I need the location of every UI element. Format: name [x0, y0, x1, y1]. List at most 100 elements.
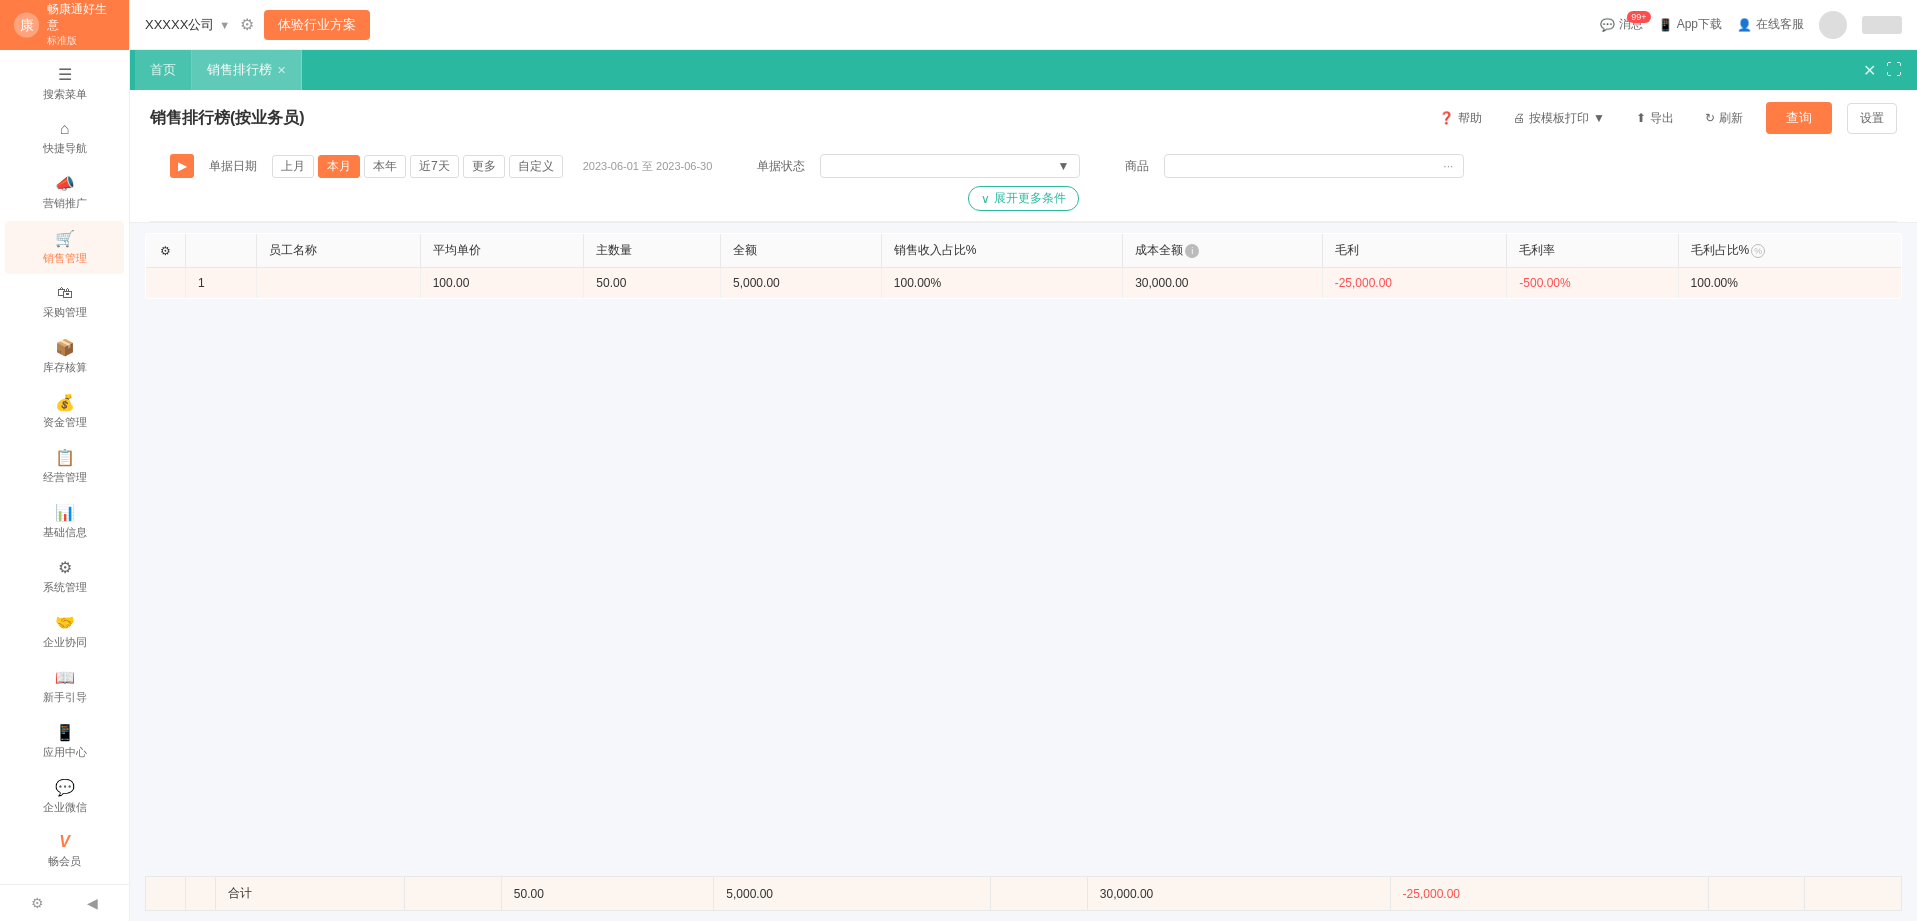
- goods-input[interactable]: ···: [1164, 154, 1464, 178]
- sidebar-item-system-mgmt[interactable]: ⚙ 系统管理: [5, 550, 124, 603]
- help-btn[interactable]: ❓ 帮助: [1431, 106, 1490, 131]
- tab-sales-ranking-close[interactable]: ✕: [277, 64, 286, 77]
- col-gross-ratio: 毛利占比%%: [1678, 234, 1901, 268]
- total-row: 合计 50.00 5,000.00 30,000.00 -25,000.00: [146, 877, 1902, 911]
- col-avg-price: 平均单价: [420, 234, 584, 268]
- status-select[interactable]: ▼: [820, 154, 1080, 178]
- search-order-label: 搜索菜单: [43, 87, 87, 102]
- row-main-qty: 50.00: [584, 268, 721, 299]
- tab-restore-icon[interactable]: ⛶: [1886, 61, 1902, 79]
- sidebar-item-inventory[interactable]: 📦 库存核算: [5, 330, 124, 383]
- capital-icon: 💰: [55, 393, 75, 412]
- cost-total-info-icon[interactable]: i: [1185, 244, 1199, 258]
- sidebar-item-basic-info[interactable]: 📊 基础信息: [5, 495, 124, 548]
- company-selector[interactable]: XXXXX公司 ▼: [145, 16, 230, 34]
- sidebar-nav: ☰ 搜索菜单 ⌂ 快捷导航 📣 营销推广 🛒 销售管理 🛍 采购管理 📦 库存核…: [0, 50, 129, 884]
- tab-sales-ranking[interactable]: 销售排行榜 ✕: [192, 50, 302, 90]
- message-icon: 💬: [1600, 18, 1615, 32]
- refresh-label: 刷新: [1719, 110, 1743, 127]
- inventory-icon: 📦: [55, 338, 75, 357]
- trial-button[interactable]: 体验行业方案: [264, 10, 370, 40]
- inventory-label: 库存核算: [43, 360, 87, 375]
- operations-label: 经营管理: [43, 470, 87, 485]
- expand-more-label: 展开更多条件: [994, 190, 1066, 207]
- logo-icon: 康: [12, 10, 41, 40]
- table-header-row: ⚙ 员工名称 平均单价 主数量 全额 销售收入占比% 成本全额i 毛利 毛利率: [146, 234, 1902, 268]
- refresh-btn[interactable]: ↻ 刷新: [1697, 106, 1751, 131]
- enterprise-collab-icon: 🤝: [55, 613, 75, 632]
- template-print-btn[interactable]: 🖨 按模板打印 ▼: [1505, 106, 1613, 131]
- refresh-icon: ↻: [1705, 111, 1715, 125]
- col-settings[interactable]: ⚙: [146, 234, 186, 268]
- export-label: 导出: [1650, 110, 1674, 127]
- purchase-mgmt-icon: 🛍: [57, 284, 73, 302]
- sales-mgmt-label: 销售管理: [43, 251, 87, 266]
- enterprise-wechat-label: 企业微信: [43, 800, 87, 815]
- sidebar-item-enterprise-wechat[interactable]: 💬 企业微信: [5, 770, 124, 823]
- date-btn-last-7days[interactable]: 近7天: [410, 155, 459, 178]
- total-amount: 5,000.00: [714, 877, 991, 911]
- sidebar-item-search-order[interactable]: ☰ 搜索菜单: [5, 57, 124, 110]
- sidebar-item-app-center[interactable]: 📱 应用中心: [5, 715, 124, 768]
- expand-arrow-icon: ∨: [981, 192, 990, 206]
- col-gross-profit: 毛利: [1322, 234, 1507, 268]
- sidebar: 康 畅康通好生意 标准版 ☰ 搜索菜单 ⌂ 快捷导航 📣 营销推广 🛒 销售管理…: [0, 0, 130, 921]
- status-dropdown-arrow: ▼: [1057, 159, 1069, 173]
- sidebar-item-quick-nav[interactable]: ⌂ 快捷导航: [5, 112, 124, 164]
- row-sales-ratio: 100.00%: [881, 268, 1122, 299]
- sidebar-item-newbie-guide[interactable]: 📖 新手引导: [5, 660, 124, 713]
- col-rank: [186, 234, 257, 268]
- tab-home[interactable]: 首页: [135, 50, 192, 90]
- total-table: 合计 50.00 5,000.00 30,000.00 -25,000.00: [145, 876, 1902, 911]
- date-btn-more[interactable]: 更多: [463, 155, 505, 178]
- svg-text:康: 康: [20, 18, 34, 33]
- app-center-label: 应用中心: [43, 745, 87, 760]
- date-range-display: 2023-06-01 至 2023-06-30: [583, 159, 713, 174]
- user-avatar[interactable]: [1819, 11, 1847, 39]
- search-order-icon: ☰: [58, 65, 72, 84]
- member-icon: V: [59, 833, 70, 851]
- sidebar-item-sales-mgmt[interactable]: 🛒 销售管理: [5, 221, 124, 274]
- goods-more-icon[interactable]: ···: [1443, 159, 1453, 173]
- sidebar-collapse-btn[interactable]: ◀: [87, 895, 98, 911]
- sidebar-item-purchase-mgmt[interactable]: 🛍 采购管理: [5, 276, 124, 328]
- user-name-placeholder: [1862, 16, 1902, 34]
- data-table: ⚙ 员工名称 平均单价 主数量 全额 销售收入占比% 成本全额i 毛利 毛利率: [145, 233, 1902, 299]
- col-employee-name: 员工名称: [257, 234, 421, 268]
- app-download-btn[interactable]: 📱 App下载: [1658, 16, 1722, 33]
- tab-close-all-icon[interactable]: ✕: [1863, 61, 1876, 80]
- sidebar-settings-btn[interactable]: ⚙: [31, 895, 44, 911]
- row-avg-price: 100.00: [420, 268, 584, 299]
- app-download-icon: 📱: [1658, 18, 1673, 32]
- system-mgmt-icon: ⚙: [58, 558, 72, 577]
- settings-button[interactable]: 设置: [1847, 103, 1897, 134]
- table-row: 1 100.00 50.00 5,000.00 100.00% 30,000.0…: [146, 268, 1902, 299]
- sidebar-item-capital[interactable]: 💰 资金管理: [5, 385, 124, 438]
- export-btn[interactable]: ⬆ 导出: [1628, 106, 1682, 131]
- page-header: 销售排行榜(按业务员) ❓ 帮助 🖨 按模板打印 ▼ ⬆ 导出: [130, 90, 1917, 223]
- date-btn-this-month[interactable]: 本月: [318, 155, 360, 178]
- sidebar-item-member[interactable]: V 畅会员: [5, 825, 124, 877]
- tab-sales-ranking-label: 销售排行榜: [207, 61, 272, 79]
- expand-more-btn[interactable]: ∨ 展开更多条件: [968, 186, 1079, 211]
- content-area: 销售排行榜(按业务员) ❓ 帮助 🖨 按模板打印 ▼ ⬆ 导出: [130, 90, 1917, 921]
- filter-row-1: ▶ 单据日期 上月 本月 本年 近7天 更多 自定义 2023-06-01 至 …: [170, 154, 1877, 178]
- message-btn[interactable]: 💬 消息 99+: [1600, 16, 1643, 33]
- query-button[interactable]: 查询: [1766, 102, 1832, 134]
- basic-info-icon: 📊: [55, 503, 75, 522]
- date-btn-last-month[interactable]: 上月: [272, 155, 314, 178]
- row-gross-margin: -500.00%: [1507, 268, 1678, 299]
- date-buttons: 上月 本月 本年 近7天 更多 自定义: [272, 155, 563, 178]
- tabbar: 首页 销售排行榜 ✕ ✕ ⛶: [130, 50, 1917, 90]
- date-btn-custom[interactable]: 自定义: [509, 155, 563, 178]
- online-support-btn[interactable]: 👤 在线客服: [1737, 16, 1804, 33]
- sidebar-item-marketing[interactable]: 📣 营销推广: [5, 166, 124, 219]
- template-print-label: 按模板打印: [1529, 110, 1589, 127]
- filter-expand-icon[interactable]: ▶: [170, 154, 194, 178]
- date-btn-this-year[interactable]: 本年: [364, 155, 406, 178]
- topbar-settings-icon[interactable]: ⚙: [240, 15, 254, 34]
- logo-line2: 标准版: [47, 34, 117, 48]
- sidebar-item-enterprise-collab[interactable]: 🤝 企业协同: [5, 605, 124, 658]
- gross-ratio-icon[interactable]: %: [1751, 244, 1765, 258]
- sidebar-item-operations[interactable]: 📋 经营管理: [5, 440, 124, 493]
